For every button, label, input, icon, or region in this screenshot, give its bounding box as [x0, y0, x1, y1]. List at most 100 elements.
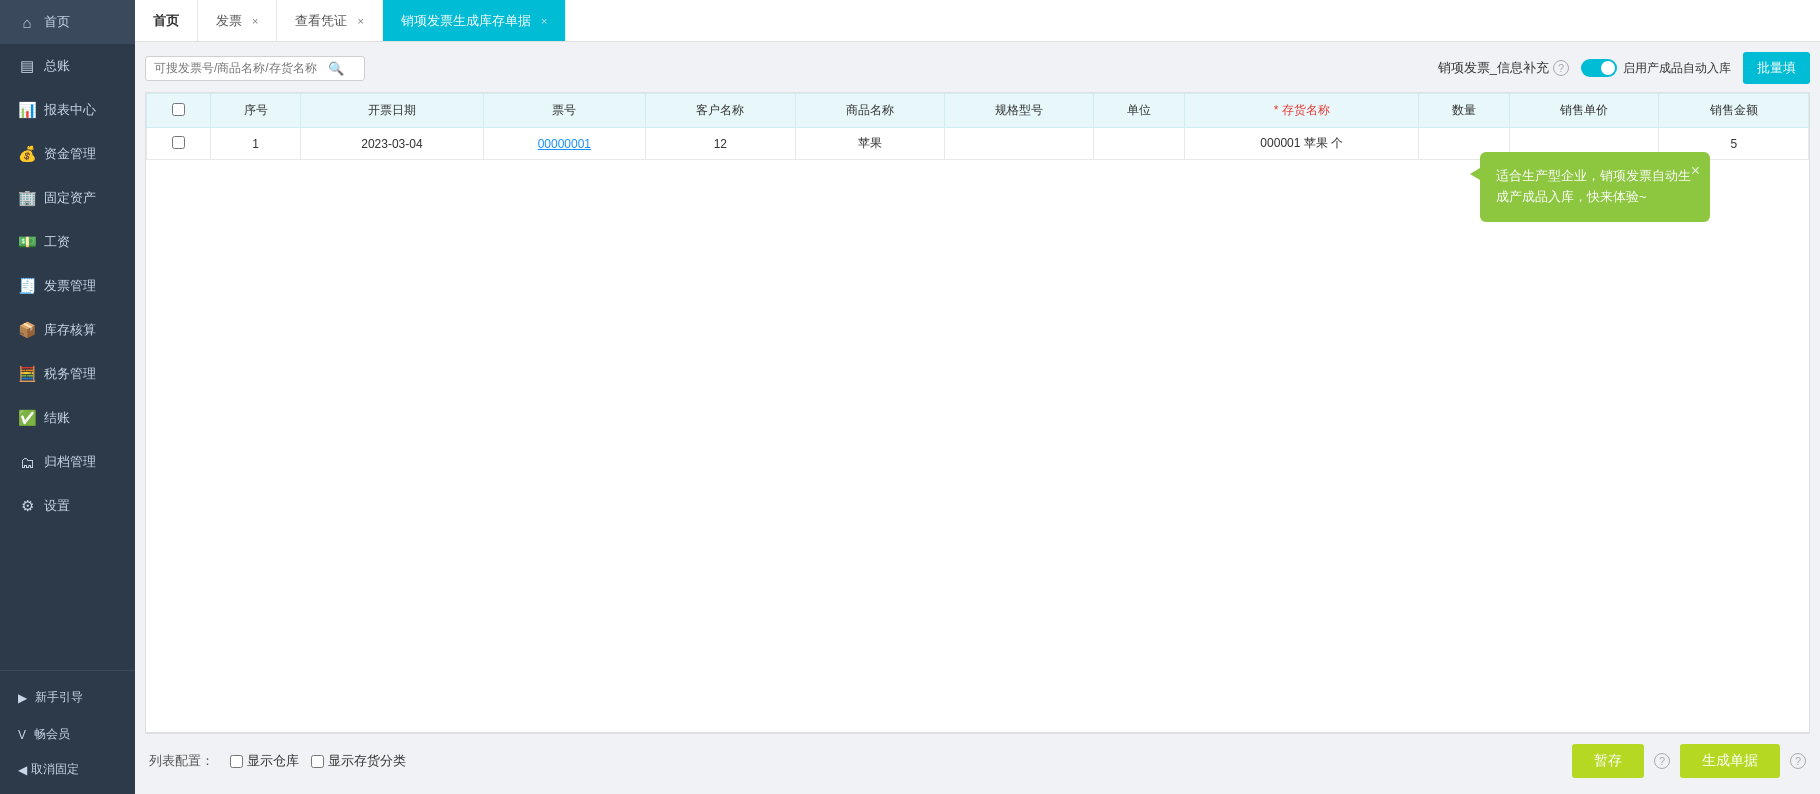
closing-icon: ✅: [18, 409, 36, 427]
toggle-thumb: [1601, 61, 1615, 75]
row-product: 苹果: [795, 128, 944, 160]
tab-voucher-close[interactable]: ×: [357, 15, 363, 27]
tab-bar: 首页 发票 × 查看凭证 × 销项发票生成库存单据 ×: [135, 0, 1820, 42]
tooltip-text: 适合生产型企业，销项发票自动生成产成品入库，快来体验~: [1496, 168, 1691, 204]
batch-fill-button[interactable]: 批量填: [1743, 52, 1810, 84]
sidebar-item-label: 归档管理: [44, 453, 96, 471]
search-box[interactable]: 🔍: [145, 56, 365, 81]
sidebar-item-fixed-assets[interactable]: 🏢 固定资产: [0, 176, 135, 220]
home-icon: ⌂: [18, 14, 36, 31]
sidebar-item-payroll[interactable]: 💵 工资: [0, 220, 135, 264]
sidebar-item-home[interactable]: ⌂ 首页: [0, 0, 135, 44]
sidebar-item-archive[interactable]: 🗂 归档管理: [0, 440, 135, 484]
toggle-label: 启用产成品自动入库: [1623, 60, 1731, 77]
row-checkbox: [147, 128, 211, 160]
cancel-fixed-label: 取消固定: [31, 761, 79, 778]
tab-invoice-close[interactable]: ×: [252, 15, 258, 27]
tab-invoice[interactable]: 发票 ×: [198, 0, 277, 41]
table-header-row: 序号 开票日期 票号 客户名称 商品名称 规格型号 单位 * 存货名称 数量 销…: [147, 94, 1809, 128]
show-category-checkbox[interactable]: 显示存货分类: [311, 752, 406, 770]
list-config: 列表配置： 显示仓库 显示存货分类: [149, 752, 406, 770]
row-unit: [1094, 128, 1185, 160]
sidebar-item-settings[interactable]: ⚙ 设置: [0, 484, 135, 528]
show-warehouse-input[interactable]: [230, 755, 243, 768]
search-icon[interactable]: 🔍: [328, 61, 344, 76]
payroll-icon: 💵: [18, 233, 36, 251]
fund-icon: 💰: [18, 145, 36, 163]
tab-voucher-label: 查看凭证: [295, 12, 347, 30]
list-config-label: 列表配置：: [149, 752, 214, 770]
sidebar-item-tax[interactable]: 🧮 税务管理: [0, 352, 135, 396]
sidebar-item-label: 设置: [44, 497, 70, 515]
sidebar-item-label: 首页: [44, 13, 70, 31]
save-help-icon[interactable]: ?: [1654, 753, 1670, 769]
sidebar: ⌂ 首页 ▤ 总账 📊 报表中心 💰 资金管理 🏢 固定资产 💵 工资 🧾 发票…: [0, 0, 135, 794]
info-label-text: 销项发票_信息补充: [1438, 59, 1549, 77]
ticket-no-link[interactable]: 00000001: [538, 137, 591, 151]
tab-home-label: 首页: [153, 12, 179, 30]
search-input[interactable]: [154, 61, 324, 75]
cancel-fixed-icon: ◀: [18, 763, 27, 777]
sidebar-item-label: 工资: [44, 233, 70, 251]
action-buttons: 暂存 ? 生成单据 ?: [1572, 744, 1806, 778]
show-warehouse-checkbox[interactable]: 显示仓库: [230, 752, 299, 770]
help-icon[interactable]: ?: [1553, 60, 1569, 76]
guide-icon: ▶: [18, 691, 27, 705]
generate-help-icon[interactable]: ?: [1790, 753, 1806, 769]
tab-invoice-label: 发票: [216, 12, 242, 30]
row-spec: [944, 128, 1093, 160]
th-unit: 单位: [1094, 94, 1185, 128]
tooltip-popup: × 适合生产型企业，销项发票自动生成产成品入库，快来体验~: [1480, 152, 1710, 222]
th-unit-price: 销售单价: [1510, 94, 1659, 128]
sidebar-item-fund[interactable]: 💰 资金管理: [0, 132, 135, 176]
data-table: 序号 开票日期 票号 客户名称 商品名称 规格型号 单位 * 存货名称 数量 销…: [146, 93, 1809, 160]
sidebar-item-label: 税务管理: [44, 365, 96, 383]
sidebar-item-vip[interactable]: V 畅会员: [0, 716, 135, 753]
cancel-fixed-button[interactable]: ◀ 取消固定: [0, 753, 135, 786]
row-select-checkbox[interactable]: [172, 136, 185, 149]
content-area: 🔍 销项发票_信息补充 ? 启用产成品自动入库 批量填: [135, 42, 1820, 794]
tooltip-close-button[interactable]: ×: [1691, 158, 1700, 184]
tab-generate-close[interactable]: ×: [541, 15, 547, 27]
sidebar-item-closing[interactable]: ✅ 结账: [0, 396, 135, 440]
sidebar-bottom: ▶ 新手引导 V 畅会员 ◀ 取消固定: [0, 670, 135, 794]
invoice-icon: 🧾: [18, 277, 36, 295]
archive-icon: 🗂: [18, 454, 36, 471]
select-all-checkbox[interactable]: [172, 103, 185, 116]
tab-voucher[interactable]: 查看凭证 ×: [277, 0, 382, 41]
row-date: 2023-03-04: [301, 128, 483, 160]
th-date: 开票日期: [301, 94, 483, 128]
sidebar-item-label: 结账: [44, 409, 70, 427]
row-ticket-no: 00000001: [483, 128, 646, 160]
th-customer: 客户名称: [646, 94, 795, 128]
report-icon: 📊: [18, 101, 36, 119]
tax-icon: 🧮: [18, 365, 36, 383]
sidebar-item-ledger[interactable]: ▤ 总账: [0, 44, 135, 88]
vip-icon: V: [18, 728, 26, 742]
tab-home[interactable]: 首页: [135, 0, 198, 41]
row-customer: 12: [646, 128, 795, 160]
th-checkbox: [147, 94, 211, 128]
toggle-wrapper: 启用产成品自动入库: [1581, 59, 1731, 77]
auto-warehouse-toggle[interactable]: [1581, 59, 1617, 77]
fixed-assets-icon: 🏢: [18, 189, 36, 207]
sidebar-item-guide[interactable]: ▶ 新手引导: [0, 679, 135, 716]
sidebar-item-label: 总账: [44, 57, 70, 75]
tab-generate[interactable]: 销项发票生成库存单据 ×: [383, 0, 566, 41]
main-area: 首页 发票 × 查看凭证 × 销项发票生成库存单据 × 🔍 销项发票_信息补充 …: [135, 0, 1820, 794]
toolbar-right: 销项发票_信息补充 ? 启用产成品自动入库 批量填: [1438, 52, 1810, 84]
th-spec: 规格型号: [944, 94, 1093, 128]
sidebar-item-label: 报表中心: [44, 101, 96, 119]
th-qty: 数量: [1419, 94, 1510, 128]
show-warehouse-label: 显示仓库: [247, 752, 299, 770]
save-button[interactable]: 暂存: [1572, 744, 1644, 778]
generate-button[interactable]: 生成单据: [1680, 744, 1780, 778]
sidebar-item-inventory[interactable]: 📦 库存核算: [0, 308, 135, 352]
sidebar-item-report[interactable]: 📊 报表中心: [0, 88, 135, 132]
sidebar-item-invoice[interactable]: 🧾 发票管理: [0, 264, 135, 308]
sidebar-item-label: 发票管理: [44, 277, 96, 295]
show-category-input[interactable]: [311, 755, 324, 768]
th-seq: 序号: [210, 94, 301, 128]
inventory-icon: 📦: [18, 321, 36, 339]
show-category-label: 显示存货分类: [328, 752, 406, 770]
